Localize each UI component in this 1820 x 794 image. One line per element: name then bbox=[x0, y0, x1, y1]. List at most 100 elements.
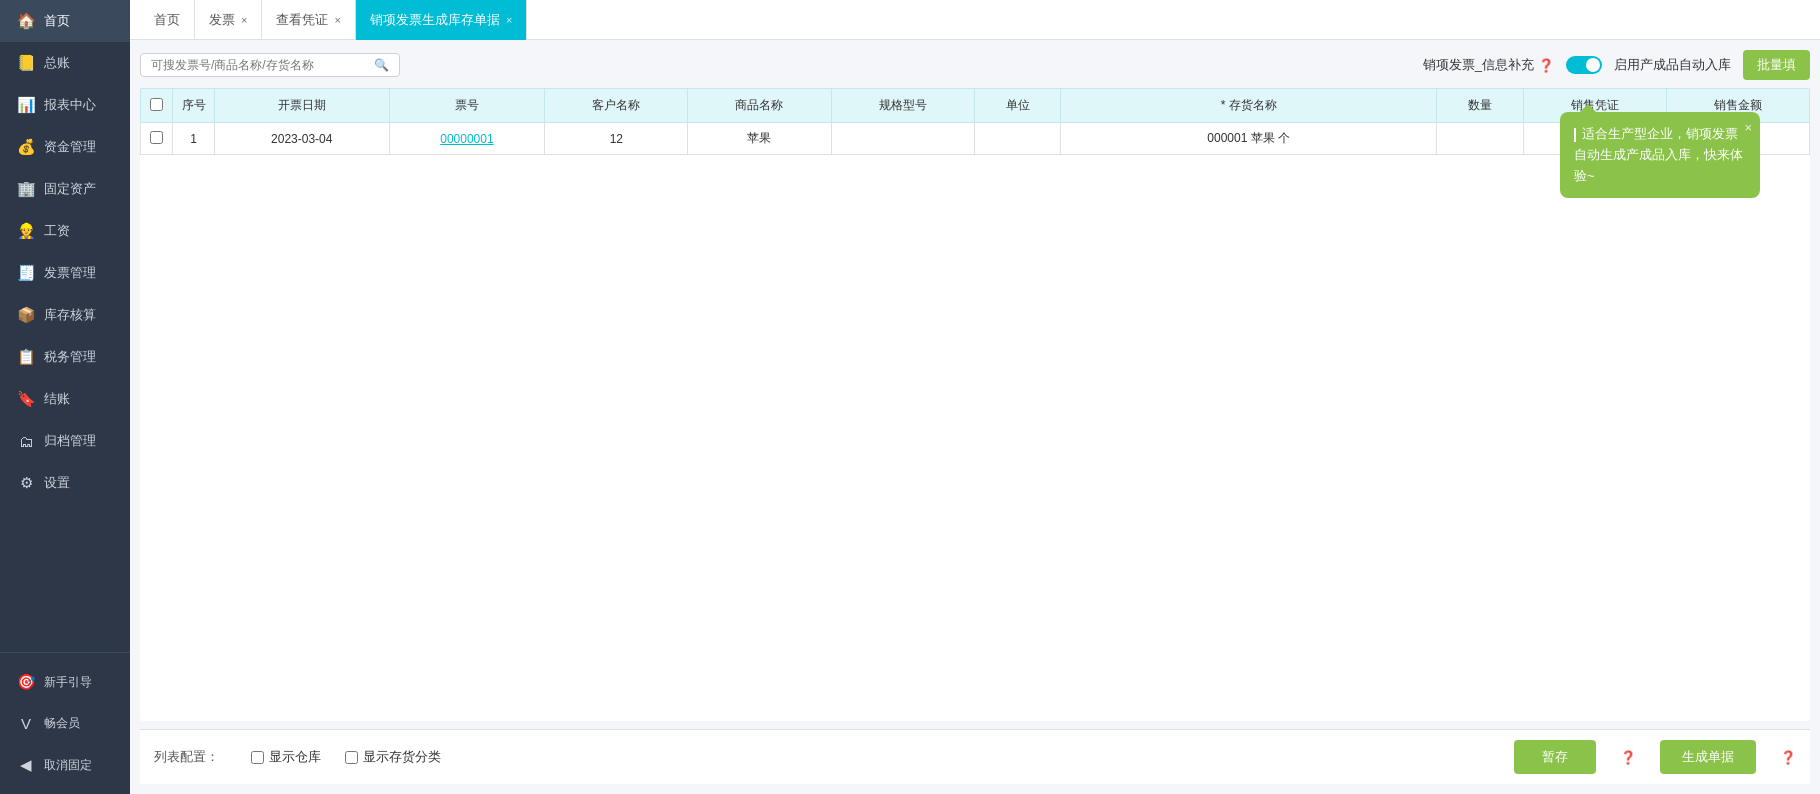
sidebar-item-label: 设置 bbox=[44, 474, 70, 492]
row-date: 2023-03-04 bbox=[215, 123, 390, 155]
sidebar-item-label: 结账 bbox=[44, 390, 70, 408]
inventory-icon: 📦 bbox=[16, 306, 36, 324]
tooltip-text: 适合生产型企业，销项发票自动生成产成品入库，快来体验~ bbox=[1574, 126, 1743, 183]
show-category-checkbox[interactable]: 显示存货分类 bbox=[345, 748, 441, 766]
tab-voucher-close[interactable]: × bbox=[334, 14, 340, 26]
sidebar-item-member[interactable]: V 畅会员 bbox=[0, 703, 130, 744]
member-icon: V bbox=[16, 715, 36, 732]
show-warehouse-label: 显示仓库 bbox=[269, 748, 321, 766]
row-spec bbox=[831, 123, 974, 155]
col-unit: 单位 bbox=[974, 89, 1061, 123]
batch-button[interactable]: 批量填 bbox=[1743, 50, 1810, 80]
row-inventory: 000001 苹果 个 bbox=[1061, 123, 1436, 155]
sidebar-item-label: 首页 bbox=[44, 12, 70, 30]
info-text: 销项发票_信息补充 bbox=[1423, 56, 1534, 74]
config-label: 列表配置： bbox=[154, 748, 219, 766]
tab-invoice-close[interactable]: × bbox=[241, 14, 247, 26]
sidebar-item-label: 发票管理 bbox=[44, 264, 96, 282]
toggle-switch[interactable] bbox=[1566, 56, 1602, 74]
guide-icon: 🎯 bbox=[16, 673, 36, 691]
report-icon: 📊 bbox=[16, 96, 36, 114]
tooltip-close-button[interactable]: × bbox=[1744, 118, 1752, 139]
col-customer: 客户名称 bbox=[545, 89, 688, 123]
sidebar-item-inventory[interactable]: 📦 库存核算 bbox=[0, 294, 130, 336]
col-invoice-no: 票号 bbox=[389, 89, 545, 123]
search-icon[interactable]: 🔍 bbox=[374, 58, 389, 72]
sidebar-item-label: 固定资产 bbox=[44, 180, 96, 198]
assets-icon: 🏢 bbox=[16, 180, 36, 198]
sidebar-bottom: 🎯 新手引导 V 畅会员 ◀ 取消固定 bbox=[0, 652, 130, 794]
tab-active-close[interactable]: × bbox=[506, 14, 512, 26]
tab-voucher[interactable]: 查看凭证 × bbox=[262, 0, 355, 40]
sidebar-item-ledger[interactable]: 📒 总账 bbox=[0, 42, 130, 84]
sidebar-item-label: 畅会员 bbox=[44, 715, 80, 732]
bottom-bar: 列表配置： 显示仓库 显示存货分类 暂存 ❓ 生成单据 ❓ bbox=[140, 729, 1810, 784]
settle-icon: 🔖 bbox=[16, 390, 36, 408]
funds-icon: 💰 bbox=[16, 138, 36, 156]
tab-invoice-label: 发票 bbox=[209, 11, 235, 29]
row-product: 苹果 bbox=[688, 123, 831, 155]
sidebar-item-invoice-mgmt[interactable]: 🧾 发票管理 bbox=[0, 252, 130, 294]
toggle-label: 启用产成品自动入库 bbox=[1614, 56, 1731, 74]
tab-voucher-label: 查看凭证 bbox=[276, 11, 328, 29]
search-input[interactable] bbox=[151, 58, 368, 72]
sidebar-item-settings[interactable]: ⚙ 设置 bbox=[0, 462, 130, 504]
sidebar-item-report[interactable]: 📊 报表中心 bbox=[0, 84, 130, 126]
content-area: 🔍 销项发票_信息补充 ❓ 启用产成品自动入库 批量填 bbox=[130, 40, 1820, 794]
tab-active[interactable]: 销项发票生成库存单据 × bbox=[356, 0, 527, 40]
select-all-checkbox[interactable] bbox=[150, 98, 163, 111]
info-label: 销项发票_信息补充 ❓ bbox=[1423, 56, 1554, 74]
tab-home[interactable]: 首页 bbox=[140, 0, 195, 40]
generate-help-icon: ❓ bbox=[1780, 750, 1796, 765]
sidebar-item-label: 总账 bbox=[44, 54, 70, 72]
sidebar-item-funds[interactable]: 💰 资金管理 bbox=[0, 126, 130, 168]
sidebar-item-label: 库存核算 bbox=[44, 306, 96, 324]
settings-icon: ⚙ bbox=[16, 474, 36, 492]
col-quantity: 数量 bbox=[1436, 89, 1523, 123]
tax-icon: 📋 bbox=[16, 348, 36, 366]
sidebar-item-label: 报表中心 bbox=[44, 96, 96, 114]
show-warehouse-input[interactable] bbox=[251, 751, 264, 764]
row-invoice-no[interactable]: 00000001 bbox=[389, 123, 545, 155]
tab-invoice[interactable]: 发票 × bbox=[195, 0, 262, 40]
row-checkbox[interactable] bbox=[150, 131, 163, 144]
sidebar-pin-label: 取消固定 bbox=[44, 757, 92, 774]
sidebar: 🏠 首页 📒 总账 📊 报表中心 💰 资金管理 🏢 固定资产 👷 工资 🧾 发票… bbox=[0, 0, 130, 794]
row-unit bbox=[974, 123, 1061, 155]
pin-icon: ◀ bbox=[16, 756, 36, 774]
tooltip-bubble: 适合生产型企业，销项发票自动生成产成品入库，快来体验~ × bbox=[1560, 112, 1760, 198]
toolbar-row: 🔍 销项发票_信息补充 ❓ 启用产成品自动入库 批量填 bbox=[140, 50, 1810, 80]
show-category-input[interactable] bbox=[345, 751, 358, 764]
salary-icon: 👷 bbox=[16, 222, 36, 240]
sidebar-item-archive[interactable]: 🗂 归档管理 bbox=[0, 420, 130, 462]
sidebar-item-home[interactable]: 🏠 首页 bbox=[0, 0, 130, 42]
col-seq: 序号 bbox=[173, 89, 215, 123]
sidebar-item-settle[interactable]: 🔖 结账 bbox=[0, 378, 130, 420]
sidebar-item-tax[interactable]: 📋 税务管理 bbox=[0, 336, 130, 378]
save-button[interactable]: 暂存 bbox=[1514, 740, 1596, 774]
sidebar-item-guide[interactable]: 🎯 新手引导 bbox=[0, 661, 130, 703]
tooltip-cursor bbox=[1574, 128, 1576, 142]
sidebar-item-pin[interactable]: ◀ 取消固定 bbox=[0, 744, 130, 786]
home-icon: 🏠 bbox=[16, 12, 36, 30]
col-inventory: * 存货名称 bbox=[1061, 89, 1436, 123]
row-seq: 1 bbox=[173, 123, 215, 155]
col-checkbox bbox=[141, 89, 173, 123]
generate-button[interactable]: 生成单据 bbox=[1660, 740, 1756, 774]
info-help-icon[interactable]: ❓ bbox=[1538, 58, 1554, 73]
sidebar-item-label: 新手引导 bbox=[44, 674, 92, 691]
sidebar-item-salary[interactable]: 👷 工资 bbox=[0, 210, 130, 252]
sidebar-item-label: 工资 bbox=[44, 222, 70, 240]
tab-home-label: 首页 bbox=[154, 11, 180, 29]
sidebar-item-assets[interactable]: 🏢 固定资产 bbox=[0, 168, 130, 210]
save-help-icon: ❓ bbox=[1620, 750, 1636, 765]
table-header-row: 序号 开票日期 票号 客户名称 商品名称 bbox=[141, 89, 1810, 123]
sidebar-item-label: 资金管理 bbox=[44, 138, 96, 156]
search-box[interactable]: 🔍 bbox=[140, 53, 400, 77]
show-warehouse-checkbox[interactable]: 显示仓库 bbox=[251, 748, 321, 766]
invoice-icon: 🧾 bbox=[16, 264, 36, 282]
row-quantity bbox=[1436, 123, 1523, 155]
row-checkbox-cell bbox=[141, 123, 173, 155]
col-date: 开票日期 bbox=[215, 89, 390, 123]
sidebar-item-label: 归档管理 bbox=[44, 432, 96, 450]
